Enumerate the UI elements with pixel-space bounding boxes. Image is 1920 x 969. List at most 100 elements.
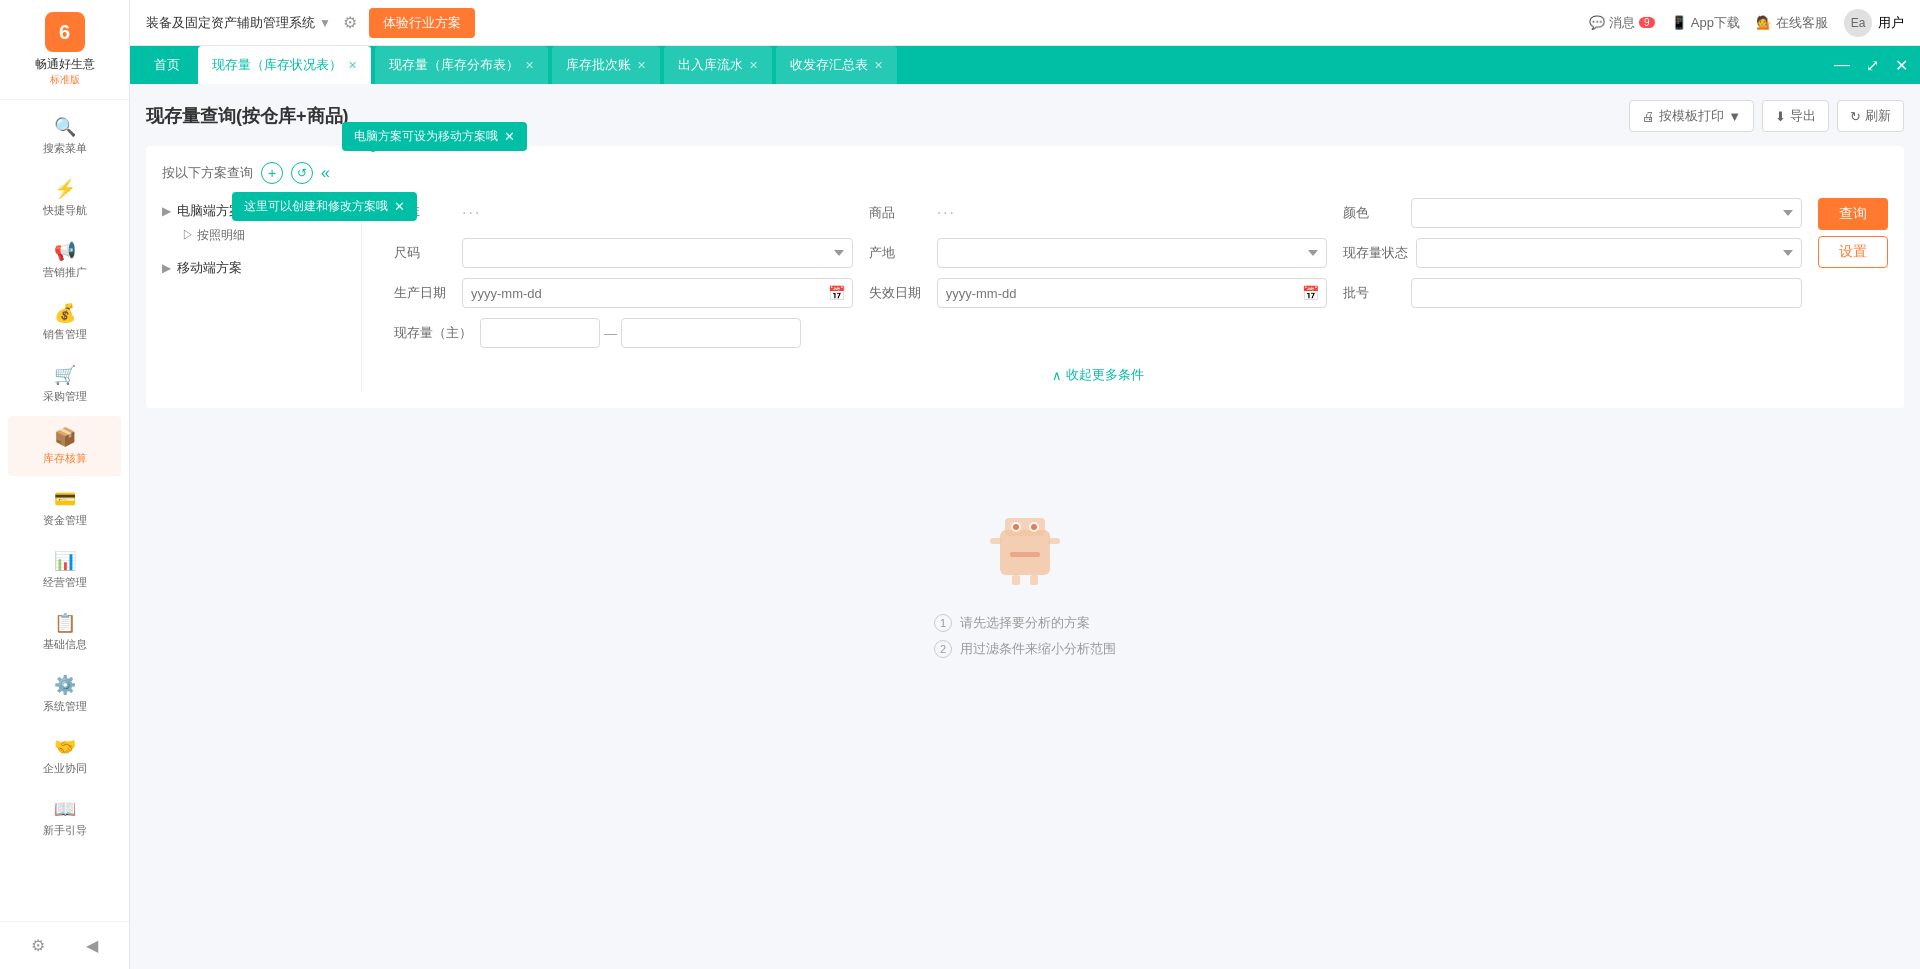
sidebar-item-purchase-label: 采购管理 xyxy=(43,389,87,404)
sidebar-item-sales[interactable]: 💰 销售管理 xyxy=(8,292,121,352)
support-btn[interactable]: 💁 在线客服 xyxy=(1756,14,1828,32)
expire-date-input[interactable] xyxy=(937,278,1328,308)
goods-dots[interactable]: ··· xyxy=(937,204,956,222)
message-icon: 💬 xyxy=(1589,15,1605,30)
sidebar-item-basic-label: 基础信息 xyxy=(43,637,87,652)
more-conditions-btn[interactable]: ∧ 收起更多条件 xyxy=(394,358,1802,392)
tab-inventory-dist-close[interactable]: ✕ xyxy=(525,59,534,72)
tab-inout-flow-close[interactable]: ✕ xyxy=(749,59,758,72)
size-select[interactable] xyxy=(462,238,853,268)
origin-field: 产地 xyxy=(869,238,1328,268)
main-content: 装备及固定资产辅助管理系统 ▼ ⚙ 体验行业方案 💬 消息 9 📱 App下载 … xyxy=(130,0,1920,969)
batch-field: 批号 xyxy=(1343,278,1802,308)
sidebar-item-search[interactable]: 🔍 搜索菜单 xyxy=(8,106,121,166)
stock-main-max[interactable] xyxy=(621,318,801,348)
collapse-btn[interactable]: ◀ xyxy=(82,932,102,959)
sidebar-bottom: ⚙ ◀ xyxy=(0,921,129,969)
sidebar-item-system-label: 系统管理 xyxy=(43,699,87,714)
avatar: Ea xyxy=(1844,9,1872,37)
edit-filter-btn[interactable]: ↺ xyxy=(291,162,313,184)
refresh-btn[interactable]: ↻ 刷新 xyxy=(1837,100,1904,132)
page-title: 现存量查询(按仓库+商品) xyxy=(146,104,349,128)
tab-batch-ledger-close[interactable]: ✕ xyxy=(637,59,646,72)
export-label: 导出 xyxy=(1790,107,1816,125)
produce-date-label: 生产日期 xyxy=(394,284,454,302)
tab-close-all-btn[interactable]: ✕ xyxy=(1891,52,1912,79)
desktop-scheme-child[interactable]: ▷ 按照明细 xyxy=(182,224,345,247)
tab-inout-flow[interactable]: 出入库流水 ✕ xyxy=(664,46,772,84)
expire-date-input-wrap: 📅 xyxy=(937,278,1328,308)
tooltip-1-close[interactable]: ✕ xyxy=(504,129,515,144)
dropdown-arrow-icon: ▼ xyxy=(319,16,331,30)
export-btn[interactable]: ⬇ 导出 xyxy=(1762,100,1829,132)
tab-collect-summary-close[interactable]: ✕ xyxy=(874,59,883,72)
search-btn[interactable]: 查询 xyxy=(1818,198,1888,230)
batch-label: 批号 xyxy=(1343,284,1403,302)
tab-maximize-btn[interactable]: ⤢ xyxy=(1862,52,1883,79)
app-download-btn[interactable]: 📱 App下载 xyxy=(1671,14,1740,32)
empty-state: 1 请先选择要分析的方案 2 用过滤条件来缩小分析范围 xyxy=(146,420,1904,742)
color-select[interactable] xyxy=(1411,198,1802,228)
reset-btn[interactable]: 设置 xyxy=(1818,236,1888,268)
message-btn[interactable]: 💬 消息 9 xyxy=(1589,14,1655,32)
sidebar-item-finance[interactable]: 💳 资金管理 xyxy=(8,478,121,538)
filter-arrow-btn[interactable]: « xyxy=(321,164,330,182)
tooltip-1-text: 电脑方案可设为移动方案哦 xyxy=(354,128,498,145)
tab-inventory-status[interactable]: 现存量（库存状况表） ✕ xyxy=(198,46,371,84)
user-info[interactable]: Ea 用户 xyxy=(1844,9,1904,37)
svg-rect-7 xyxy=(990,538,1002,544)
sidebar-item-basic[interactable]: 📋 基础信息 xyxy=(8,602,121,662)
settings-gear-btn[interactable]: ⚙ xyxy=(343,13,357,32)
template-print-btn[interactable]: 🖨 按模板打印 ▼ xyxy=(1629,100,1754,132)
system-title-dropdown[interactable]: 装备及固定资产辅助管理系统 ▼ xyxy=(146,14,331,32)
tip-item-2: 2 用过滤条件来缩小分析范围 xyxy=(934,636,1116,662)
mobile-scheme-arrow[interactable]: ▶ xyxy=(162,261,171,275)
stock-main-min[interactable] xyxy=(480,318,600,348)
logo-sub: 标准版 xyxy=(50,73,80,87)
sidebar-item-purchase[interactable]: 🛒 采购管理 xyxy=(8,354,121,414)
tab-inout-flow-label: 出入库流水 xyxy=(678,56,743,74)
sidebar-item-search-label: 搜索菜单 xyxy=(43,141,87,156)
tab-batch-ledger[interactable]: 库存批次账 ✕ xyxy=(552,46,660,84)
origin-select[interactable] xyxy=(937,238,1328,268)
dropdown-print-icon: ▼ xyxy=(1728,109,1741,124)
warehouse-dots[interactable]: ··· xyxy=(462,204,481,222)
tooltip-2-close[interactable]: ✕ xyxy=(394,199,405,214)
industry-btn[interactable]: 体验行业方案 xyxy=(369,8,475,38)
add-filter-btn[interactable]: + xyxy=(261,162,283,184)
sidebar-item-inventory[interactable]: 📦 库存核算 xyxy=(8,416,121,476)
refresh-icon: ↻ xyxy=(1850,109,1861,124)
batch-input[interactable] xyxy=(1411,278,1802,308)
sidebar-item-system[interactable]: ⚙️ 系统管理 xyxy=(8,664,121,724)
tab-inventory-dist[interactable]: 现存量（库存分布表） ✕ xyxy=(375,46,548,84)
svg-point-5 xyxy=(1031,524,1037,530)
tab-collect-summary[interactable]: 收发存汇总表 ✕ xyxy=(776,46,897,84)
expire-date-label: 失效日期 xyxy=(869,284,929,302)
tab-minimize-btn[interactable]: — xyxy=(1830,52,1854,78)
sidebar-item-finance-label: 资金管理 xyxy=(43,513,87,528)
produce-date-input[interactable] xyxy=(462,278,853,308)
goods-field: 商品 ··· xyxy=(869,198,1328,228)
sidebar-logo: 6 畅通好生意 标准版 xyxy=(0,0,129,100)
sidebar-item-quick[interactable]: ⚡ 快捷导航 xyxy=(8,168,121,228)
sidebar-item-enterprise[interactable]: 🤝 企业协同 xyxy=(8,726,121,786)
produce-date-field: 生产日期 📅 xyxy=(394,278,853,308)
sidebar-item-operation[interactable]: 📊 经营管理 xyxy=(8,540,121,600)
settings-bottom-btn[interactable]: ⚙ xyxy=(27,932,49,959)
desktop-scheme-arrow[interactable]: ▶ xyxy=(162,204,171,218)
stock-status-select[interactable] xyxy=(1416,238,1802,268)
mobile-scheme-tree: ▶ 移动端方案 xyxy=(162,255,345,281)
tab-home[interactable]: 首页 xyxy=(138,46,196,84)
size-field: 尺码 xyxy=(394,238,853,268)
sidebar-item-operation-label: 经营管理 xyxy=(43,575,87,590)
empty-tips: 1 请先选择要分析的方案 2 用过滤条件来缩小分析范围 xyxy=(934,610,1116,662)
mobile-scheme-item[interactable]: ▶ 移动端方案 xyxy=(162,255,345,281)
range-separator: — xyxy=(604,326,617,341)
sidebar-item-guide[interactable]: 📖 新手引导 xyxy=(8,788,121,848)
message-label: 消息 xyxy=(1609,14,1635,32)
expire-date-calendar-icon[interactable]: 📅 xyxy=(1302,285,1319,301)
produce-date-calendar-icon[interactable]: 📅 xyxy=(828,285,845,301)
sidebar-item-marketing[interactable]: 📢 营销推广 xyxy=(8,230,121,290)
operation-nav-icon: 📊 xyxy=(54,550,76,572)
tab-inventory-status-close[interactable]: ✕ xyxy=(348,59,357,72)
